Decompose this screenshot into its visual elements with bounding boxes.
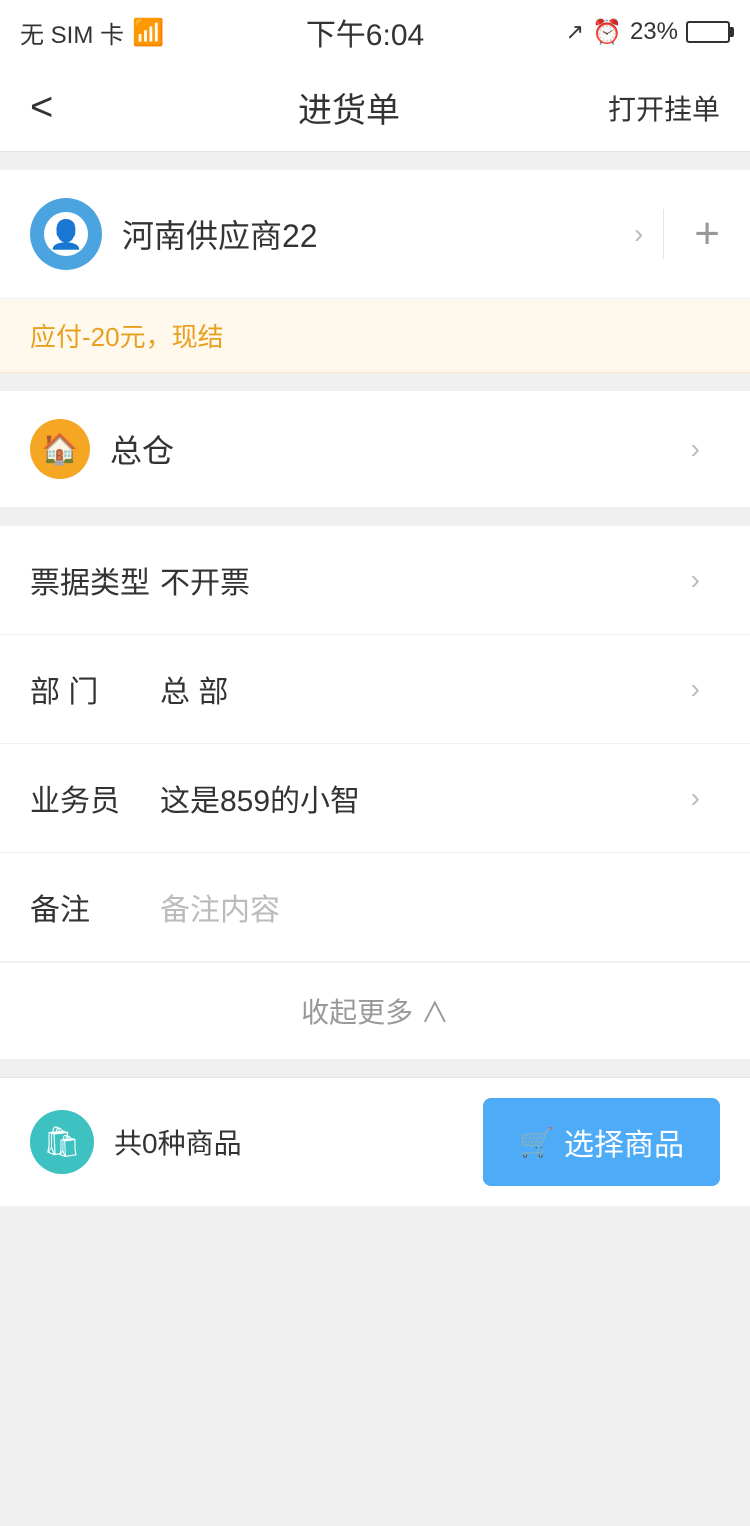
remark-row[interactable]: 备注 备注内容 [0,853,750,962]
alarm-icon: ⏰ [592,18,622,47]
invoice-type-value: 不开票 [160,558,691,602]
carrier-text: 无 SIM 卡 [20,15,124,50]
salesman-row[interactable]: 业务员 这是859的小智 › [0,744,750,853]
back-button[interactable]: < [30,85,90,130]
supplier-section: 👤 河南供应商22 › + 应付-20元，现结 [0,170,750,373]
salesman-value: 这是859的小智 [160,776,691,820]
gray-fill [0,1206,750,1526]
gps-icon: ↗ [566,19,584,45]
section-gap-3 [0,508,750,526]
page-title: 进货单 [298,83,400,132]
person-icon: 👤 [49,218,84,251]
department-label: 部 门 [30,667,160,711]
select-product-label: 选择商品 [564,1120,684,1164]
select-product-button[interactable]: 🛒 选择商品 [483,1098,720,1186]
notice-text: 应付-20元，现结 [30,322,224,352]
notice-banner: 应付-20元，现结 [0,299,750,373]
nav-bar: < 进货单 打开挂单 [0,64,750,152]
remark-input[interactable]: 备注内容 [160,885,720,929]
salesman-chevron-icon: › [691,782,700,814]
warehouse-section: 🏠 总仓 › [0,391,750,508]
invoice-type-row[interactable]: 票据类型 不开票 › [0,526,750,635]
divider [663,209,664,259]
battery-icon [686,21,730,43]
warehouse-icon: 🏠 [30,419,90,479]
cart-icon: 🛍 [43,1125,81,1160]
battery-percent: 23% [630,18,678,46]
wifi-icon: 📶 [132,17,164,48]
product-count-icon: 🛍 [30,1110,94,1174]
invoice-type-label: 票据类型 [30,558,160,602]
warehouse-row[interactable]: 🏠 总仓 › [0,391,750,508]
department-chevron-icon: › [691,673,700,705]
product-count-text: 共0种商品 [114,1122,483,1162]
form-section: 票据类型 不开票 › 部 门 总 部 › 业务员 这是859的小智 › 备注 备… [0,526,750,1059]
supplier-avatar: 👤 [30,198,102,270]
status-right: ↗ ⏰ 23% [566,18,730,47]
remark-label: 备注 [30,885,160,929]
open-pending-button[interactable]: 打开挂单 [608,88,720,128]
section-gap-2 [0,373,750,391]
select-product-icon: 🛒 [519,1126,554,1159]
supplier-name: 河南供应商22 [122,211,634,257]
add-supplier-button[interactable]: + [694,209,720,259]
warehouse-symbol: 🏠 [41,432,78,467]
warehouse-chevron-icon: › [691,433,700,465]
warehouse-name: 总仓 [110,426,691,472]
salesman-label: 业务员 [30,776,160,820]
section-gap-4 [0,1059,750,1077]
department-row[interactable]: 部 门 总 部 › [0,635,750,744]
supplier-row[interactable]: 👤 河南供应商22 › + [0,170,750,299]
status-left: 无 SIM 卡 📶 [20,15,164,50]
bottom-bar: 🛍 共0种商品 🛒 选择商品 [0,1077,750,1206]
avatar-inner: 👤 [44,212,88,256]
invoice-type-chevron-icon: › [691,564,700,596]
section-gap-1 [0,152,750,170]
supplier-chevron-icon: › [634,218,643,250]
collapse-button[interactable]: 收起更多 ∧ [0,962,750,1059]
status-time: 下午6:04 [306,10,424,54]
department-value: 总 部 [160,667,691,711]
status-bar: 无 SIM 卡 📶 下午6:04 ↗ ⏰ 23% [0,0,750,64]
